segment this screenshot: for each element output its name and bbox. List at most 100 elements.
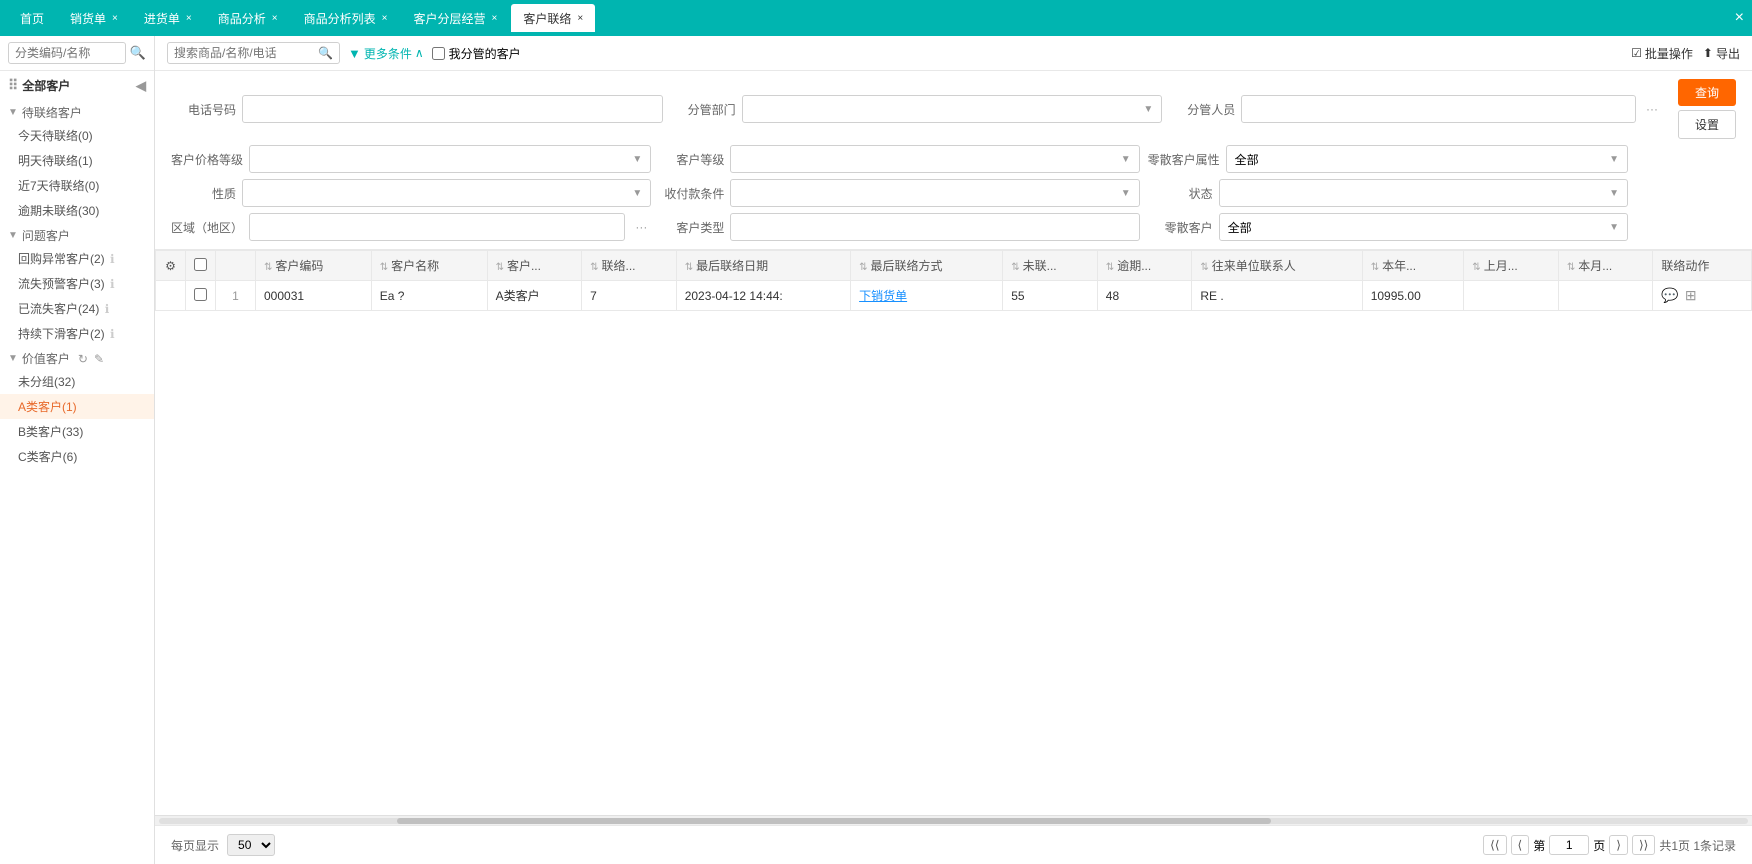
td-action: 💬 ⊞ bbox=[1653, 281, 1752, 311]
sidebar-item-unclassified[interactable]: 未分组(32) bbox=[0, 369, 154, 394]
sidebar-search-input[interactable] bbox=[8, 42, 126, 64]
th-overdue[interactable]: ⇅逾期... bbox=[1097, 251, 1192, 281]
problem-arrow-icon: ▼ bbox=[8, 230, 18, 241]
row-checkbox[interactable] bbox=[194, 288, 207, 301]
select-all-checkbox[interactable] bbox=[194, 258, 207, 271]
th-no-contact[interactable]: ⇅未联... bbox=[1003, 251, 1098, 281]
filter-region-input[interactable] bbox=[249, 213, 625, 241]
filter-price-grade-select[interactable]: ▼ bbox=[249, 145, 651, 173]
value-customer-group[interactable]: ▼ 价值客户 ↻ ✎ bbox=[0, 346, 154, 369]
th-last-date[interactable]: ⇅最后联络日期 bbox=[676, 251, 850, 281]
th-customer-code[interactable]: ⇅客户编码 bbox=[256, 251, 372, 281]
more-filter-btn[interactable]: ▼ 更多条件 ∧ bbox=[348, 45, 424, 62]
th-customer-type[interactable]: ⇅客户... bbox=[487, 251, 582, 281]
scroll-thumb[interactable] bbox=[397, 818, 1271, 824]
message-action-icon[interactable]: 💬 bbox=[1661, 287, 1678, 304]
tab-home[interactable]: 首页 bbox=[8, 4, 56, 32]
tab-product-analysis-list[interactable]: 商品分析列表 × bbox=[292, 4, 400, 32]
horizontal-scrollbar[interactable] bbox=[155, 815, 1752, 825]
th-customer-name[interactable]: ⇅客户名称 bbox=[371, 251, 487, 281]
filter-phone-input[interactable] bbox=[242, 95, 663, 123]
filter-retail-field: 零散客户 全部 ▼ bbox=[1148, 213, 1628, 241]
my-customers-checkbox[interactable] bbox=[432, 47, 445, 60]
sidebar-item-7day-contact[interactable]: 近7天待联络(0) bbox=[0, 173, 154, 198]
toolbar-search-input[interactable] bbox=[174, 46, 314, 60]
filter-person-input[interactable] bbox=[1241, 95, 1636, 123]
prev-page-btn[interactable]: ⟨ bbox=[1511, 835, 1530, 855]
filter-retail-attr-label: 零散客户属性 bbox=[1148, 151, 1220, 168]
row-last-method[interactable]: 下销货单 bbox=[859, 289, 907, 303]
problem-customer-group[interactable]: ▼ 问题客户 bbox=[0, 223, 154, 246]
customer-contact-tab-label: 客户联络 bbox=[523, 10, 571, 27]
col-contact-label: 联络... bbox=[602, 259, 636, 273]
th-year-amount[interactable]: ⇅本年... bbox=[1362, 251, 1464, 281]
th-check[interactable] bbox=[186, 251, 216, 281]
sidebar-item-c-class[interactable]: C类客户(6) bbox=[0, 444, 154, 469]
next-page-btn[interactable]: ⟩ bbox=[1609, 835, 1628, 855]
close-purchase-tab[interactable]: × bbox=[186, 13, 192, 24]
sidebar-item-b-class[interactable]: B类客户(33) bbox=[0, 419, 154, 444]
sidebar: 🔍 ⠿ 全部客户 ◀ ▼ 待联络客户 今天待联络(0) 明天待联络(1) 近7天… bbox=[0, 36, 155, 864]
export-btn[interactable]: ⬆ 导出 bbox=[1703, 45, 1740, 62]
filter-status-select[interactable]: ▼ bbox=[1219, 179, 1628, 207]
sidebar-item-repeat-abnormal[interactable]: 回购异常客户(2) ℹ bbox=[0, 246, 154, 271]
filter-dept-select[interactable]: ▼ bbox=[742, 95, 1163, 123]
close-customer-contact-tab[interactable]: × bbox=[577, 13, 583, 24]
toolbar-search-icon[interactable]: 🔍 bbox=[318, 46, 333, 60]
close-customer-layer-tab[interactable]: × bbox=[491, 13, 497, 24]
all-customers-header[interactable]: ⠿ 全部客户 ◀ bbox=[0, 71, 154, 100]
filter-customer-grade-select[interactable]: ▼ bbox=[730, 145, 1139, 173]
col-unit-contact-label: 往来单位联系人 bbox=[1212, 259, 1296, 273]
tab-sales[interactable]: 销货单 × bbox=[58, 4, 130, 32]
sidebar-item-tomorrow-contact[interactable]: 明天待联络(1) bbox=[0, 148, 154, 173]
sidebar-item-a-class[interactable]: A类客户(1) bbox=[0, 394, 154, 419]
filter-retail-attr-select[interactable]: 全部 ▼ bbox=[1226, 145, 1628, 173]
nature-dropdown-icon: ▼ bbox=[632, 188, 642, 199]
tab-customer-layer[interactable]: 客户分层经营 × bbox=[401, 4, 509, 32]
collapse-sidebar-btn[interactable]: ◀ bbox=[136, 78, 146, 94]
sidebar-item-declining[interactable]: 持续下滑客户(2) ℹ bbox=[0, 321, 154, 346]
tab-product-analysis[interactable]: 商品分析 × bbox=[206, 4, 290, 32]
refresh-icon[interactable]: ↻ bbox=[78, 352, 88, 366]
first-page-btn[interactable]: ⟨⟨ bbox=[1483, 835, 1506, 855]
sidebar-item-churn-warning[interactable]: 流失预警客户(3) ℹ bbox=[0, 271, 154, 296]
query-button[interactable]: 查询 bbox=[1678, 79, 1736, 106]
tab-purchase[interactable]: 进货单 × bbox=[132, 4, 204, 32]
page-size-select[interactable]: 50 bbox=[227, 834, 275, 856]
purchase-tab-label: 进货单 bbox=[144, 10, 180, 27]
page-number-input[interactable] bbox=[1549, 835, 1589, 855]
th-last-month[interactable]: ⇅上月... bbox=[1464, 251, 1559, 281]
filter-retail-select[interactable]: 全部 ▼ bbox=[1219, 213, 1628, 241]
close-product-analysis-list-tab[interactable]: × bbox=[382, 13, 388, 24]
close-all-tabs[interactable]: × bbox=[1735, 9, 1744, 27]
th-contact[interactable]: ⇅联络... bbox=[582, 251, 677, 281]
bulk-op-btn[interactable]: ☑ 批量操作 bbox=[1631, 45, 1693, 62]
last-page-btn[interactable]: ⟩⟩ bbox=[1632, 835, 1655, 855]
pending-contact-group[interactable]: ▼ 待联络客户 bbox=[0, 100, 154, 123]
th-gear[interactable]: ⚙ bbox=[156, 251, 186, 281]
filter-person-field: 分管人员 ··· bbox=[1170, 95, 1662, 123]
edit-icon[interactable]: ✎ bbox=[94, 352, 104, 366]
th-last-method[interactable]: ⇅最后联络方式 bbox=[851, 251, 1003, 281]
my-customers-checkbox-container[interactable]: 我分管的客户 bbox=[432, 45, 521, 62]
td-overdue: 48 bbox=[1097, 281, 1192, 311]
td-this-month bbox=[1558, 281, 1653, 311]
close-sales-tab[interactable]: × bbox=[112, 13, 118, 24]
region-dots-btn[interactable]: ··· bbox=[631, 220, 651, 234]
qr-action-icon[interactable]: ⊞ bbox=[1685, 287, 1697, 304]
person-dots-btn[interactable]: ··· bbox=[1642, 102, 1662, 116]
filter-payment-select[interactable]: ▼ bbox=[730, 179, 1139, 207]
th-this-month[interactable]: ⇅本月... bbox=[1558, 251, 1653, 281]
pending-arrow-icon: ▼ bbox=[8, 107, 18, 118]
setting-button[interactable]: 设置 bbox=[1678, 110, 1736, 139]
filter-customer-type-input[interactable] bbox=[730, 213, 1139, 241]
td-check[interactable] bbox=[186, 281, 216, 311]
close-product-analysis-tab[interactable]: × bbox=[272, 13, 278, 24]
filter-nature-select[interactable]: ▼ bbox=[242, 179, 651, 207]
sidebar-item-churned[interactable]: 已流失客户(24) ℹ bbox=[0, 296, 154, 321]
sidebar-item-today-contact[interactable]: 今天待联络(0) bbox=[0, 123, 154, 148]
th-unit-contact[interactable]: ⇅往来单位联系人 bbox=[1192, 251, 1362, 281]
sidebar-item-overdue-contact[interactable]: 逾期未联络(30) bbox=[0, 198, 154, 223]
tab-customer-contact[interactable]: 客户联络 × bbox=[511, 4, 595, 32]
sidebar-search-icon[interactable]: 🔍 bbox=[130, 45, 146, 61]
